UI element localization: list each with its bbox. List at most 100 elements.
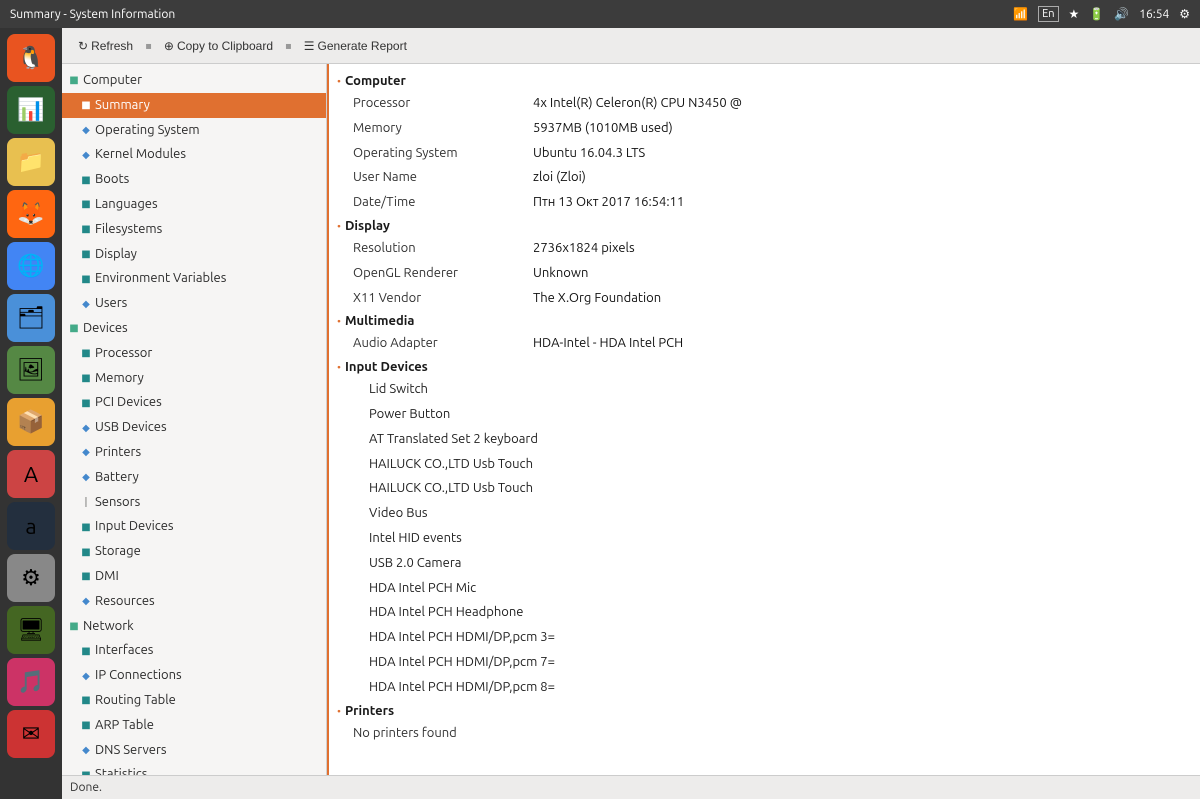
tree-item-network[interactable]: ■Network — [62, 614, 326, 639]
tree-item-ip-connections[interactable]: ◆IP Connections — [62, 663, 326, 688]
tree-item-filesystems[interactable]: ■Filesystems — [62, 217, 326, 242]
tree-item-storage[interactable]: ■Storage — [62, 539, 326, 564]
tree-item-summary[interactable]: ■Summary — [62, 93, 326, 118]
tree-item-devices[interactable]: ■Devices — [62, 316, 326, 341]
tree-item-display[interactable]: ■Display — [62, 242, 326, 267]
tree-label-input-devices: Input Devices — [95, 516, 174, 537]
detail-row: Resolution2736x1824 pixels — [337, 236, 1192, 261]
tree-label-kernel-modules: Kernel Modules — [95, 144, 186, 165]
tree-item-input-devices[interactable]: ■Input Devices — [62, 514, 326, 539]
battery-icon: 🔋 — [1089, 7, 1104, 21]
dock-item-hardinfo[interactable]: 🖥 — [7, 606, 55, 654]
dock-item-settings[interactable]: ⚙ — [7, 554, 55, 602]
tree-label-sensors: Sensors — [95, 492, 140, 513]
dock-item-ubuntu-logo[interactable]: 🐧 — [7, 34, 55, 82]
detail-value: Unknown — [533, 263, 588, 284]
detail-sub-item: HDA Intel PCH Headphone — [337, 600, 1192, 625]
app-title: Summary - System Information — [10, 8, 175, 21]
dock-item-firefox[interactable]: 🦊 — [7, 190, 55, 238]
tree-item-routing-table[interactable]: ■Routing Table — [62, 688, 326, 713]
app-window: ↻ Refresh ▪ ⊕ Copy to Clipboard ▪ ☰ Gene… — [62, 28, 1200, 799]
tree-item-operating-system[interactable]: ◆Operating System — [62, 118, 326, 143]
title-bar-left: Summary - System Information — [10, 8, 175, 21]
title-bar-right: 📶 En ★ 🔋 🔊 16:54 ⚙ — [1013, 6, 1190, 22]
dock-item-font-manager[interactable]: A — [7, 450, 55, 498]
tree-icon-ip-connections: ◆ — [80, 668, 92, 684]
tree-item-statistics[interactable]: ■Statistics — [62, 762, 326, 775]
tree-item-dns-servers[interactable]: ◆DNS Servers — [62, 738, 326, 763]
detail-header-multimedia: Multimedia — [337, 310, 1192, 331]
detail-sub-item: HDA Intel PCH HDMI/DP,pcm 7= — [337, 650, 1192, 675]
tree-label-processor: Processor — [95, 343, 152, 364]
tree-item-processor[interactable]: ■Processor — [62, 341, 326, 366]
tree-label-environment-variables: Environment Variables — [95, 268, 226, 289]
tree-item-arp-table[interactable]: ■ARP Table — [62, 713, 326, 738]
tree-icon-printers: ◆ — [80, 444, 92, 460]
dock-item-rhythmbox[interactable]: 🎵 — [7, 658, 55, 706]
lang-indicator[interactable]: En — [1038, 6, 1058, 22]
dock-item-mail[interactable]: ✉ — [7, 710, 55, 758]
dock-item-system-monitor[interactable]: 📊 — [7, 86, 55, 134]
tree-icon-computer: ■ — [68, 72, 80, 88]
tree-icon-sensors: | — [80, 494, 92, 510]
tree-icon-processor: ■ — [80, 345, 92, 361]
detail-value: The X.Org Foundation — [533, 288, 661, 309]
tree-item-resources[interactable]: ◆Resources — [62, 589, 326, 614]
tree-item-usb-devices[interactable]: ◆USB Devices — [62, 415, 326, 440]
dock-item-archive[interactable]: 📦 — [7, 398, 55, 446]
tree-label-routing-table: Routing Table — [95, 690, 176, 711]
tree-label-storage: Storage — [95, 541, 141, 562]
copy-icon: ⊕ — [164, 39, 174, 53]
detail-sub-item: HAILUCK CO.,LTD Usb Touch — [337, 476, 1192, 501]
tree-item-computer[interactable]: ■Computer — [62, 68, 326, 93]
tree-icon-environment-variables: ■ — [80, 271, 92, 287]
generate-button[interactable]: ☰ Generate Report — [296, 36, 415, 56]
tree-label-operating-system: Operating System — [95, 120, 200, 141]
tree-item-dmi[interactable]: ■DMI — [62, 564, 326, 589]
detail-label: Memory — [353, 118, 533, 139]
tree-panel: ■Computer■Summary◆Operating System◆Kerne… — [62, 64, 327, 775]
dock-item-image-viewer[interactable]: 🖼 — [7, 346, 55, 394]
bluetooth-icon: ★ — [1069, 7, 1080, 21]
copy-button[interactable]: ⊕ Copy to Clipboard — [156, 36, 281, 56]
tree-item-languages[interactable]: ■Languages — [62, 192, 326, 217]
tree-label-display: Display — [95, 244, 137, 265]
tree-label-languages: Languages — [95, 194, 158, 215]
detail-row: No printers found — [337, 721, 1192, 746]
tree-item-battery[interactable]: ◆Battery — [62, 465, 326, 490]
detail-value: 4x Intel(R) Celeron(R) CPU N3450 @ — [533, 93, 742, 114]
detail-value: 2736x1824 pixels — [533, 238, 635, 259]
tree-item-pci-devices[interactable]: ■PCI Devices — [62, 390, 326, 415]
tree-item-environment-variables[interactable]: ■Environment Variables — [62, 266, 326, 291]
dock-item-amazon[interactable]: a — [7, 502, 55, 550]
tree-label-boots: Boots — [95, 169, 129, 190]
tree-icon-network: ■ — [68, 618, 80, 634]
tree-item-users[interactable]: ◆Users — [62, 291, 326, 316]
detail-label: Operating System — [353, 143, 533, 164]
tree-icon-input-devices: ■ — [80, 519, 92, 535]
status-bar: Done. — [62, 775, 1200, 799]
tree-label-dmi: DMI — [95, 566, 119, 587]
generate-icon: ☰ — [304, 39, 315, 53]
dock-item-file-manager[interactable]: 🗂 — [7, 294, 55, 342]
detail-value: Ubuntu 16.04.3 LTS — [533, 143, 645, 164]
tree-item-printers[interactable]: ◆Printers — [62, 440, 326, 465]
tree-item-interfaces[interactable]: ■Interfaces — [62, 638, 326, 663]
tree-icon-display: ■ — [80, 246, 92, 262]
tree-item-sensors[interactable]: |Sensors — [62, 490, 326, 515]
dock-item-files[interactable]: 📁 — [7, 138, 55, 186]
tree-label-battery: Battery — [95, 467, 139, 488]
tree-icon-usb-devices: ◆ — [80, 420, 92, 436]
tree-icon-devices: ■ — [68, 320, 80, 336]
detail-sub-item: HDA Intel PCH HDMI/DP,pcm 3= — [337, 625, 1192, 650]
refresh-button[interactable]: ↻ Refresh — [70, 36, 141, 56]
tree-item-memory[interactable]: ■Memory — [62, 366, 326, 391]
dock-item-chromium[interactable]: 🌐 — [7, 242, 55, 290]
toolbar: ↻ Refresh ▪ ⊕ Copy to Clipboard ▪ ☰ Gene… — [62, 28, 1200, 64]
tree-item-boots[interactable]: ■Boots — [62, 167, 326, 192]
tree-icon-interfaces: ■ — [80, 643, 92, 659]
settings-icon[interactable]: ⚙ — [1179, 7, 1190, 21]
tree-icon-languages: ■ — [80, 196, 92, 212]
detail-sub-item: HDA Intel PCH Mic — [337, 576, 1192, 601]
tree-item-kernel-modules[interactable]: ◆Kernel Modules — [62, 142, 326, 167]
